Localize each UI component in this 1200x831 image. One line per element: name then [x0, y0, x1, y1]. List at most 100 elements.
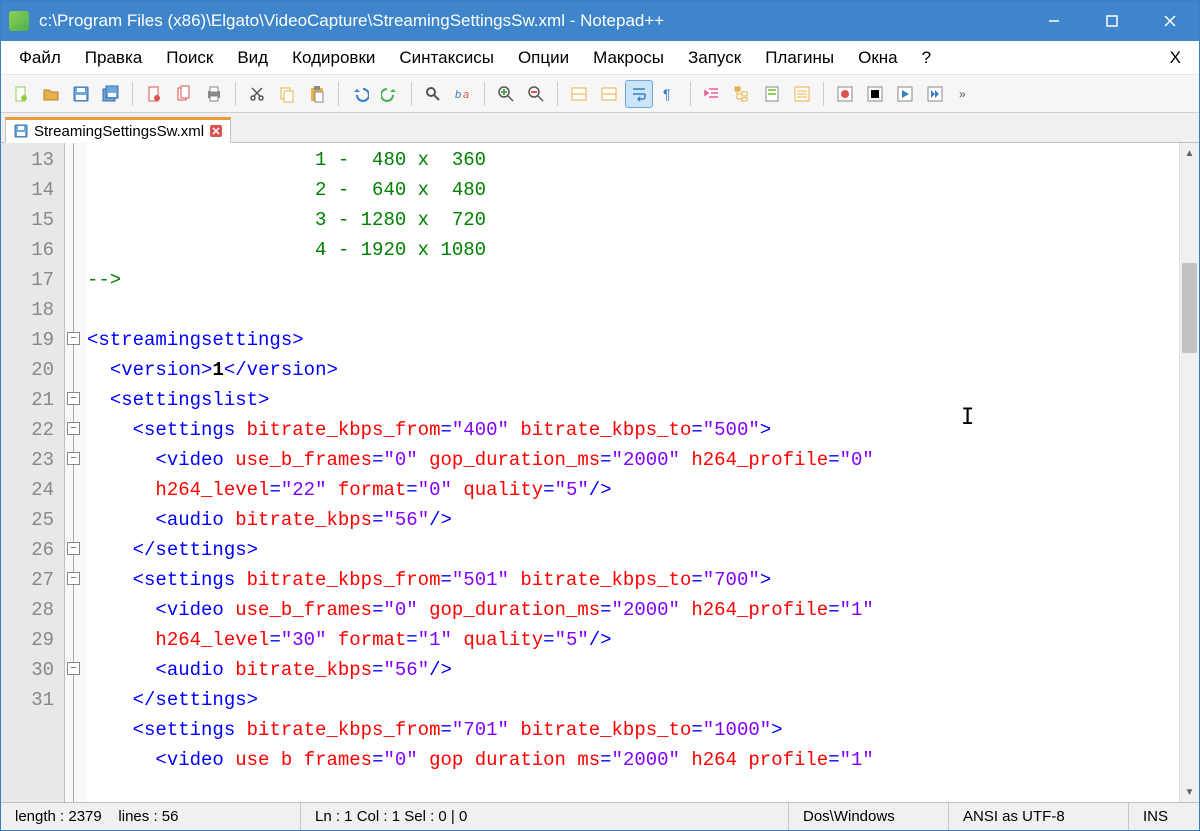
menu-плагины[interactable]: Плагины [753, 44, 846, 72]
indent-guide-icon [703, 85, 721, 103]
cut-button[interactable] [243, 80, 271, 108]
play-macro-button[interactable] [891, 80, 919, 108]
fold-toggle[interactable]: − [67, 662, 80, 675]
code-content[interactable]: 1 - 480 x 360 2 - 640 x 480 3 - 1280 x 7… [87, 143, 1179, 802]
menu-bar: ФайлПравкаПоискВидКодировкиСинтаксисыОпц… [1, 41, 1199, 75]
open-file-button[interactable] [37, 80, 65, 108]
line-number-gutter: 13141516171819202122232425262728293031 [1, 143, 65, 802]
zoom-in-button[interactable] [492, 80, 520, 108]
tab-file[interactable]: StreamingSettingsSw.xml [5, 117, 231, 143]
disk-icon [14, 124, 28, 138]
menu-окна[interactable]: Окна [846, 44, 910, 72]
code-line[interactable]: <settingslist> [87, 385, 1179, 415]
close-file-button[interactable] [140, 80, 168, 108]
fold-toggle[interactable]: − [67, 452, 80, 465]
cut-icon [248, 85, 266, 103]
func-list-icon [793, 85, 811, 103]
find-button[interactable] [419, 80, 447, 108]
status-mode: INS [1129, 803, 1199, 830]
code-line[interactable]: <settings bitrate_kbps_from="501" bitrat… [87, 565, 1179, 595]
save-button[interactable] [67, 80, 95, 108]
code-line[interactable]: <streamingsettings> [87, 325, 1179, 355]
run-macro-button[interactable] [921, 80, 949, 108]
scroll-thumb[interactable] [1182, 263, 1197, 353]
menu-?[interactable]: ? [910, 44, 943, 72]
toolbar-separator [338, 82, 339, 106]
save-all-button[interactable] [97, 80, 125, 108]
menu-опции[interactable]: Опции [506, 44, 581, 72]
doc-map-button[interactable] [758, 80, 786, 108]
line-number: 22 [1, 415, 64, 445]
menu-макросы[interactable]: Макросы [581, 44, 676, 72]
line-number: 23 [1, 445, 64, 475]
vertical-scrollbar[interactable]: ▲ ▼ [1179, 143, 1199, 802]
code-line[interactable]: <video use b frames="0" gop duration ms=… [87, 745, 1179, 775]
redo-icon [381, 85, 399, 103]
code-line[interactable]: </settings> [87, 685, 1179, 715]
show-all-button[interactable]: ¶ [655, 80, 683, 108]
fold-toggle[interactable]: − [67, 542, 80, 555]
minimize-button[interactable] [1025, 1, 1083, 41]
code-line[interactable]: 3 - 1280 x 720 [87, 205, 1179, 235]
menu-правка[interactable]: Правка [73, 44, 154, 72]
replace-button[interactable]: ba [449, 80, 477, 108]
replace-icon: ba [454, 85, 472, 103]
fold-toggle[interactable]: − [67, 422, 80, 435]
menu-запуск[interactable]: Запуск [676, 44, 753, 72]
sync-h-button[interactable] [595, 80, 623, 108]
copy-button[interactable] [273, 80, 301, 108]
sync-v-button[interactable] [565, 80, 593, 108]
code-line[interactable]: 4 - 1920 x 1080 [87, 235, 1179, 265]
print-button[interactable] [200, 80, 228, 108]
func-list-button[interactable] [788, 80, 816, 108]
undo-button[interactable] [346, 80, 374, 108]
toolbar-overflow-button[interactable]: » [951, 80, 979, 108]
fold-toggle[interactable]: − [67, 392, 80, 405]
run-macro-icon [926, 85, 944, 103]
wordwrap-button[interactable] [625, 80, 653, 108]
line-number: 28 [1, 595, 64, 625]
folder-view-button[interactable] [728, 80, 756, 108]
app-icon [9, 11, 29, 31]
sync-h-icon [600, 85, 618, 103]
menu-overflow[interactable]: X [1158, 44, 1193, 72]
close-all-button[interactable] [170, 80, 198, 108]
menu-кодировки[interactable]: Кодировки [280, 44, 387, 72]
code-line[interactable]: 1 - 480 x 360 [87, 145, 1179, 175]
stop-macro-button[interactable] [861, 80, 889, 108]
new-file-button[interactable] [7, 80, 35, 108]
code-line[interactable]: <version>1</version> [87, 355, 1179, 385]
paste-button[interactable] [303, 80, 331, 108]
scroll-up-icon[interactable]: ▲ [1180, 143, 1199, 163]
status-position: Ln : 1 Col : 1 Sel : 0 | 0 [301, 803, 789, 830]
line-number: 24 [1, 475, 64, 505]
menu-поиск[interactable]: Поиск [154, 44, 225, 72]
scroll-down-icon[interactable]: ▼ [1180, 782, 1199, 802]
menu-вид[interactable]: Вид [225, 44, 280, 72]
fold-column[interactable]: − − − − − − − [65, 143, 87, 802]
code-line[interactable]: <audio bitrate_kbps="56"/> [87, 655, 1179, 685]
line-number: 14 [1, 175, 64, 205]
code-line[interactable]: --> [87, 265, 1179, 295]
toolbar: ba ¶ » [1, 75, 1199, 113]
code-line[interactable] [87, 295, 1179, 325]
maximize-button[interactable] [1083, 1, 1141, 41]
code-line[interactable]: </settings> [87, 535, 1179, 565]
fold-toggle[interactable]: − [67, 572, 80, 585]
status-bar: length : 2379 lines : 56 Ln : 1 Col : 1 … [1, 802, 1199, 830]
code-line[interactable]: <audio bitrate_kbps="56"/> [87, 505, 1179, 535]
menu-файл[interactable]: Файл [7, 44, 73, 72]
zoom-out-button[interactable] [522, 80, 550, 108]
code-line[interactable]: 2 - 640 x 480 [87, 175, 1179, 205]
fold-toggle[interactable]: − [67, 332, 80, 345]
tab-close-icon[interactable] [210, 125, 222, 137]
redo-button[interactable] [376, 80, 404, 108]
close-file-icon [145, 85, 163, 103]
menu-синтаксисы[interactable]: Синтаксисы [387, 44, 506, 72]
indent-guide-button[interactable] [698, 80, 726, 108]
editor-area[interactable]: 13141516171819202122232425262728293031 −… [1, 143, 1199, 802]
code-line[interactable]: <settings bitrate_kbps_from="701" bitrat… [87, 715, 1179, 745]
close-button[interactable] [1141, 1, 1199, 41]
code-line[interactable]: <settings bitrate_kbps_from="400" bitrat… [87, 415, 1179, 445]
record-macro-button[interactable] [831, 80, 859, 108]
